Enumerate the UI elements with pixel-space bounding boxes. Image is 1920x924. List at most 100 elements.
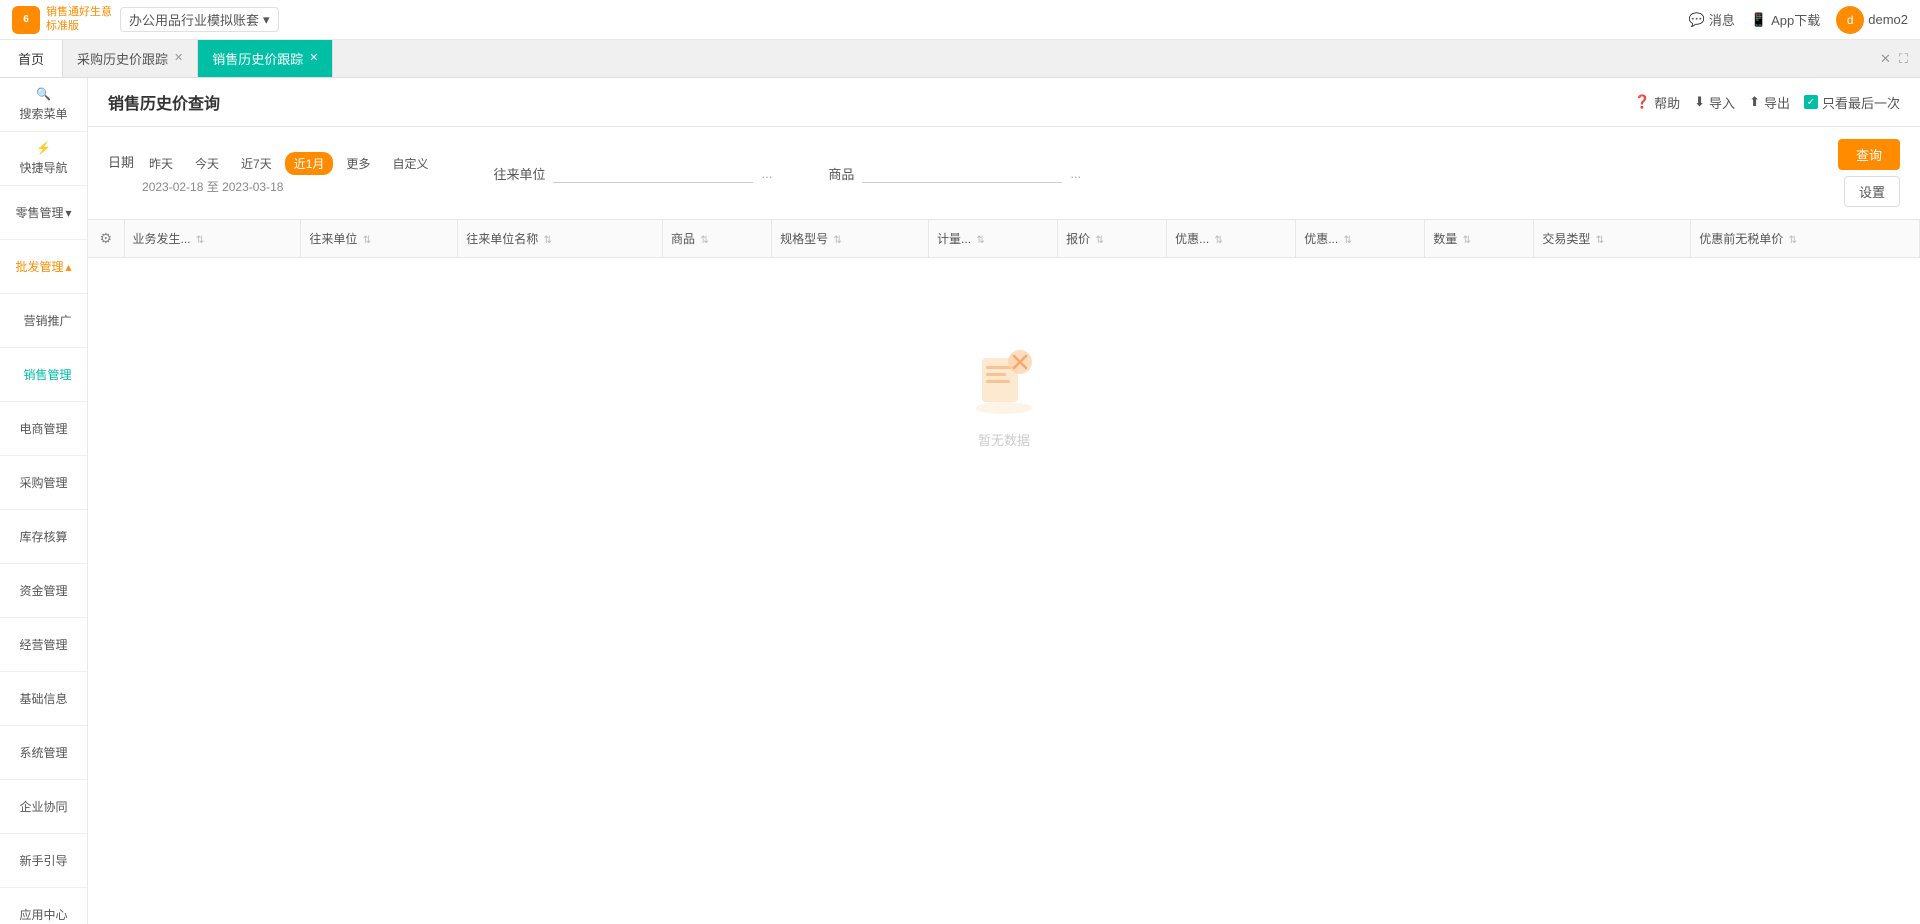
col-goods[interactable]: 商品 ⇅ [663,220,772,258]
goods-input[interactable] [862,163,1062,183]
user-profile-action[interactable]: d demo2 [1836,6,1908,34]
sidebar-item-system-mgmt[interactable]: 系统管理 [0,726,87,780]
sort-arrows-trade-type: ⇅ [1596,235,1604,246]
col-spec[interactable]: 规格型号 ⇅ [772,220,929,258]
settings-icon[interactable]: ⚙ [99,230,112,246]
logo-area: 6 销售通好生意 标准版 [12,6,112,34]
content-area: 销售历史价查询 ❓ 帮助 ⬇ 导入 ⬆ 导出 ✓ 只看最后一次 [88,78,1920,924]
sort-arrows-counterpart-name: ⇅ [544,235,552,246]
sidebar: 🔍 搜索菜单 ⚡ 快捷导航 零售管理 ▾ 批发管理 ▴ 营销推广 销售管理 电商… [0,78,88,924]
sidebar-item-wholesale-mgmt[interactable]: 批发管理 ▴ [0,240,87,294]
col-discount2[interactable]: 优惠... ⇅ [1296,220,1425,258]
query-button[interactable]: 查询 [1838,139,1900,170]
col-quantity[interactable]: 数量 ⇅ [1425,220,1534,258]
sort-arrows-unit: ⇅ [976,235,984,246]
counterpart-filter: 往来单位 ... [493,163,772,183]
date-buttons: 昨天 今天 近7天 近1月 更多 自定义 [140,152,437,175]
top-bar: 6 销售通好生意 标准版 办公用品行业模拟账套 ▾ 💬 消息 📱 App下载 d… [0,0,1920,40]
goods-label: 商品 [828,164,854,183]
main-layout: 🔍 搜索菜单 ⚡ 快捷导航 零售管理 ▾ 批发管理 ▴ 营销推广 销售管理 电商… [0,78,1920,924]
sidebar-item-purchase-mgmt[interactable]: 采购管理 [0,456,87,510]
date-btn-today[interactable]: 今天 [186,152,228,175]
logo-text: 销售通好生意 标准版 [46,6,112,32]
help-icon: ❓ [1634,94,1650,110]
col-counterpart-code[interactable]: 往来单位 ⇅ [301,220,458,258]
date-btn-last7days[interactable]: 近7天 [232,152,281,175]
export-action[interactable]: ⬆ 导出 [1749,93,1790,112]
col-unit[interactable]: 计量... ⇅ [929,220,1058,258]
sidebar-item-ecommerce-mgmt[interactable]: 电商管理 [0,402,87,456]
date-btn-custom[interactable]: 自定义 [383,152,437,175]
filter-area: 日期 昨天 今天 近7天 近1月 更多 自定义 2023-02-18 至 202… [88,127,1920,220]
avatar: d [1836,6,1864,34]
setting-button[interactable]: 设置 [1844,176,1900,207]
logo-icon: 6 [12,6,40,34]
app-selector[interactable]: 办公用品行业模拟账套 ▾ [120,7,279,32]
sidebar-item-retail-mgmt[interactable]: 零售管理 ▾ [0,186,87,240]
sidebar-item-enterprise-collab[interactable]: 企业协同 [0,780,87,834]
tab-sales-history-close[interactable]: ✕ [309,53,318,64]
date-range-display: 2023-02-18 至 2023-03-18 [142,178,437,195]
sort-arrows-counterpart-code: ⇅ [363,235,371,246]
sidebar-item-sales-mgmt[interactable]: 销售管理 [0,348,87,402]
page-title: 销售历史价查询 [108,90,220,114]
header-actions: ❓ 帮助 ⬇ 导入 ⬆ 导出 ✓ 只看最后一次 [1634,93,1900,112]
top-bar-right: 💬 消息 📱 App下载 d demo2 [1689,6,1908,34]
col-counterpart-name[interactable]: 往来单位名称 ⇅ [458,220,663,258]
sort-arrows-quantity: ⇅ [1463,235,1471,246]
goods-dots[interactable]: ... [1070,166,1081,181]
col-quote-price[interactable]: 报价 ⇅ [1058,220,1167,258]
top-bar-left: 6 销售通好生意 标准版 办公用品行业模拟账套 ▾ [12,6,279,34]
col-biz-date[interactable]: 业务发生... ⇅ [124,220,301,258]
sidebar-item-search-menu[interactable]: 🔍 搜索菜单 [0,78,87,132]
date-btn-last1month[interactable]: 近1月 [285,152,334,175]
import-action[interactable]: ⬇ 导入 [1694,93,1735,112]
counterpart-dots[interactable]: ... [761,166,772,181]
col-trade-type[interactable]: 交易类型 ⇅ [1534,220,1691,258]
tab-bar: 首页 采购历史价跟踪 ✕ 销售历史价跟踪 ✕ ✕ ⛶ [0,40,1920,78]
export-icon: ⬆ [1749,94,1760,110]
sidebar-item-quick-nav[interactable]: ⚡ 快捷导航 [0,132,87,186]
data-table: ⚙ 业务发生... ⇅ 往来单位 ⇅ 往来单位名称 ⇅ [88,220,1920,258]
tab-purchase-history-close[interactable]: ✕ [174,53,183,64]
nav-icon: ⚡ [36,141,51,155]
sort-arrows-biz-date: ⇅ [196,235,204,246]
sidebar-item-finance-mgmt[interactable]: 资金管理 [0,564,87,618]
app-download-action[interactable]: 📱 App下载 [1751,10,1820,29]
sort-arrows-spec: ⇅ [833,235,841,246]
empty-text: 暂无数据 [978,430,1030,449]
chevron-up-icon: ▴ [65,260,71,274]
sidebar-item-marketing[interactable]: 营销推广 [0,294,87,348]
counterpart-label: 往来单位 [493,164,545,183]
only-last-checkbox-label[interactable]: ✓ 只看最后一次 [1804,93,1900,112]
close-window-icon[interactable]: ✕ [1880,51,1891,67]
window-controls: ✕ ⛶ [1868,40,1920,77]
sort-arrows-pretax-price: ⇅ [1789,235,1797,246]
tab-sales-history[interactable]: 销售历史价跟踪 ✕ [198,40,333,77]
goods-filter: 商品 ... [828,163,1081,183]
sort-arrows-discount1: ⇅ [1215,235,1223,246]
chevron-down-icon: ▾ [65,206,71,220]
help-action[interactable]: ❓ 帮助 [1634,93,1680,112]
page-header: 销售历史价查询 ❓ 帮助 ⬇ 导入 ⬆ 导出 ✓ 只看最后一次 [88,78,1920,127]
tab-purchase-history[interactable]: 采购历史价跟踪 ✕ [63,40,198,77]
col-pretax-price[interactable]: 优惠前无税单价 ⇅ [1691,220,1920,258]
date-label: 日期 [108,152,134,171]
sidebar-item-app-center[interactable]: 应用中心 [0,888,87,924]
sidebar-item-ops-mgmt[interactable]: 经营管理 [0,618,87,672]
app-download-icon: 📱 [1751,12,1767,28]
col-settings[interactable]: ⚙ [88,220,124,258]
tab-home[interactable]: 首页 [0,40,63,77]
message-action[interactable]: 💬 消息 [1689,10,1735,29]
only-last-checkbox[interactable]: ✓ [1804,95,1818,109]
col-discount1[interactable]: 优惠... ⇅ [1167,220,1296,258]
counterpart-input[interactable] [553,163,753,183]
date-btn-more[interactable]: 更多 [337,152,379,175]
empty-state: 暂无数据 [88,258,1920,529]
action-buttons: 查询 设置 [1838,139,1900,207]
sidebar-item-beginner-guide[interactable]: 新手引导 [0,834,87,888]
sidebar-item-basic-info[interactable]: 基础信息 [0,672,87,726]
sidebar-item-inventory-check[interactable]: 库存核算 [0,510,87,564]
date-btn-yesterday[interactable]: 昨天 [140,152,182,175]
maximize-window-icon[interactable]: ⛶ [1899,51,1908,67]
